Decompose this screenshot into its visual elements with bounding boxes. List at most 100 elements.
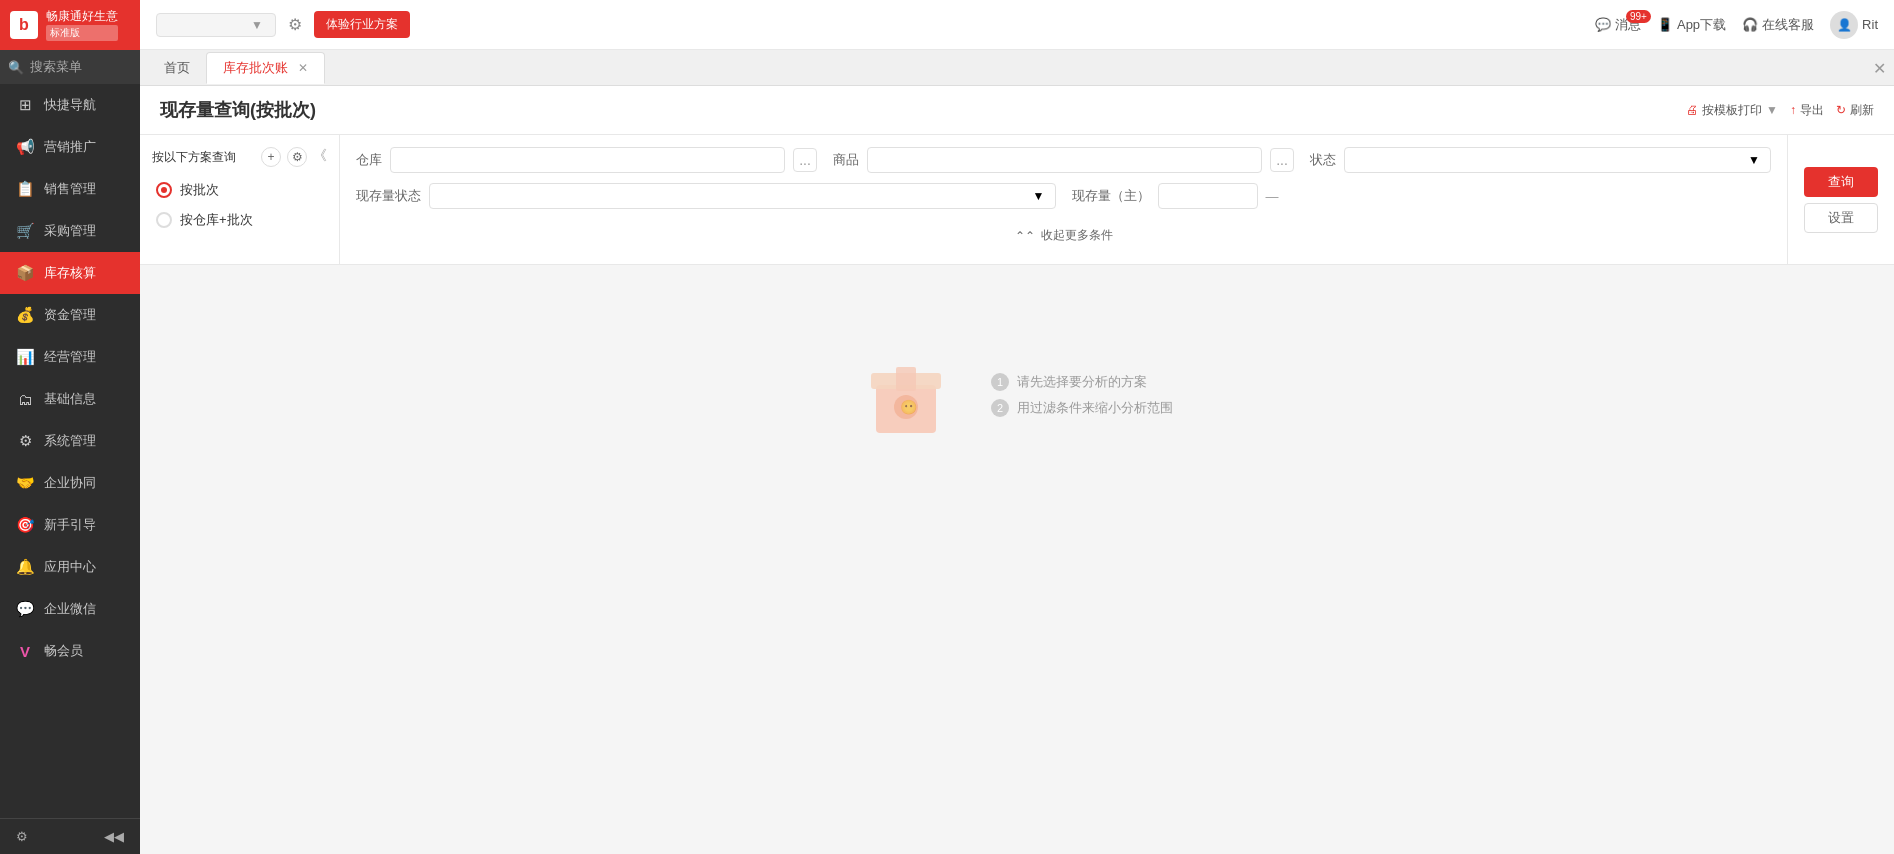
warehouse-more-btn[interactable]: ... — [793, 148, 817, 172]
print-btn[interactable]: 🖨 按模板打印 ▼ — [1686, 102, 1778, 119]
search-icon: 🔍 — [8, 60, 24, 75]
sidebar-footer: ⚙ ◀◀ — [0, 818, 140, 854]
product-label: 商品 — [833, 151, 859, 169]
topbar-right: 💬 消息 99+ 📱 App下载 🎧 在线客服 👤 Rit — [1595, 11, 1878, 39]
query-actions: 查询 设置 — [1787, 135, 1894, 264]
empty-hint-2: 2 用过滤条件来缩小分析范围 — [991, 399, 1173, 417]
mobile-icon: 📱 — [1657, 17, 1673, 32]
sidebar-item-corp-wechat[interactable]: 💬 企业微信 — [0, 588, 140, 630]
refresh-btn[interactable]: ↻ 刷新 — [1836, 102, 1874, 119]
inventory-status-select[interactable]: ▼ — [429, 183, 1056, 209]
empty-hint-1: 1 请先选择要分析的方案 — [991, 373, 1173, 391]
warehouse-input[interactable] — [390, 147, 785, 173]
filter-main: 仓库 ... 商品 ... 状态 — [340, 135, 1787, 264]
scheme-icons: + ⚙ 《 — [261, 147, 327, 167]
user-avatar[interactable]: 👤 Rit — [1830, 11, 1878, 39]
export-icon: ↑ — [1790, 103, 1796, 117]
export-btn[interactable]: ↑ 导出 — [1790, 102, 1824, 119]
sidebar-item-label: 企业协同 — [44, 474, 96, 492]
filter-inventory-qty: 现存量（主） — — [1072, 183, 1772, 209]
empty-box-svg: 😶 — [861, 345, 961, 445]
product-more-btn[interactable]: ... — [1270, 148, 1294, 172]
page-content: 现存量查询(按批次) 🖨 按模板打印 ▼ ↑ 导出 ↻ 刷新 — [140, 86, 1894, 854]
sidebar-item-sales[interactable]: 📋 销售管理 — [0, 168, 140, 210]
settings-button[interactable]: 设置 — [1804, 203, 1878, 233]
sidebar-item-purchase[interactable]: 🛒 采购管理 — [0, 210, 140, 252]
tab-close-icon[interactable]: ✕ — [298, 61, 308, 75]
vip-icon: V — [16, 642, 34, 660]
empty-hint-1-text: 请先选择要分析的方案 — [1017, 373, 1147, 391]
app-download-btn[interactable]: 📱 App下载 — [1657, 16, 1726, 34]
filter-inventory-status: 现存量状态 ▼ — [356, 183, 1056, 209]
filter-area: 按以下方案查询 + ⚙ 《 按批次 按仓库+批次 — [140, 135, 1894, 265]
message-count-badge: 99+ — [1626, 10, 1651, 23]
empty-state: 😶 1 请先选择要分析的方案 2 用过滤条件来缩小分析范围 — [140, 265, 1894, 525]
svg-rect-2 — [896, 367, 916, 391]
empty-illustration: 😶 — [861, 345, 961, 445]
sidebar-item-enterprise[interactable]: 🤝 企业协同 — [0, 462, 140, 504]
inventory-status-label: 现存量状态 — [356, 187, 421, 205]
status-select[interactable]: ▼ — [1344, 147, 1771, 173]
message-icon: 💬 — [1595, 17, 1611, 32]
filter-warehouse: 仓库 ... — [356, 147, 817, 173]
collapse-icon[interactable]: ◀◀ — [104, 829, 124, 844]
collapse-up-icon: ⌃⌃ — [1015, 229, 1035, 243]
inventory-status-dropdown-icon: ▼ — [1033, 189, 1045, 203]
tab-inventory-batch-label: 库存批次账 — [223, 59, 288, 77]
finance-icon: 💰 — [16, 306, 34, 324]
settings-icon[interactable]: ⚙ — [16, 829, 28, 844]
sidebar-item-operation[interactable]: 📊 经营管理 — [0, 336, 140, 378]
filter-scheme-title-text: 按以下方案查询 — [152, 149, 236, 166]
sidebar-item-system[interactable]: ⚙ 系统管理 — [0, 420, 140, 462]
scheme-dot-inactive — [156, 212, 172, 228]
sidebar-item-inventory[interactable]: 📦 库存核算 — [0, 252, 140, 294]
scheme-label-warehouse-batch: 按仓库+批次 — [180, 211, 253, 229]
inventory-qty-label: 现存量（主） — [1072, 187, 1150, 205]
settings-gear-icon[interactable]: ⚙ — [288, 15, 302, 34]
sidebar-item-vip[interactable]: V 畅会员 — [0, 630, 140, 672]
scheme-settings-btn[interactable]: ⚙ — [287, 147, 307, 167]
online-service-label: 在线客服 — [1762, 16, 1814, 34]
tab-inventory-batch[interactable]: 库存批次账 ✕ — [206, 52, 325, 84]
print-dropdown-icon: ▼ — [1766, 103, 1778, 117]
marketing-icon: 📢 — [16, 138, 34, 156]
filter-scheme-panel: 按以下方案查询 + ⚙ 《 按批次 按仓库+批次 — [140, 135, 340, 264]
sales-icon: 📋 — [16, 180, 34, 198]
scheme-item-warehouse-batch[interactable]: 按仓库+批次 — [152, 205, 327, 235]
query-button[interactable]: 查询 — [1804, 167, 1878, 197]
scheme-collapse-icon[interactable]: 《 — [313, 147, 327, 167]
topbar-search[interactable]: ▼ — [156, 13, 276, 37]
filter-row-1: 仓库 ... 商品 ... 状态 — [356, 147, 1771, 173]
experience-btn[interactable]: 体验行业方案 — [314, 11, 410, 38]
scheme-add-btn[interactable]: + — [261, 147, 281, 167]
tab-home-label: 首页 — [164, 59, 190, 77]
user-name: Rit — [1862, 17, 1878, 32]
scheme-item-batch[interactable]: 按批次 — [152, 175, 327, 205]
message-btn[interactable]: 💬 消息 99+ — [1595, 16, 1641, 34]
tab-bar-close-icon[interactable]: ✕ — [1873, 58, 1886, 77]
collapse-bar[interactable]: ⌃⌃ 收起更多条件 — [356, 219, 1771, 252]
sidebar-item-newbie[interactable]: 🎯 新手引导 — [0, 504, 140, 546]
warehouse-label: 仓库 — [356, 151, 382, 169]
sidebar-item-marketing[interactable]: 📢 营销推广 — [0, 126, 140, 168]
refresh-icon: ↻ — [1836, 103, 1846, 117]
product-input[interactable] — [867, 147, 1262, 173]
empty-text-area: 1 请先选择要分析的方案 2 用过滤条件来缩小分析范围 — [991, 373, 1173, 417]
sidebar-item-quick-nav[interactable]: ⊞ 快捷导航 — [0, 84, 140, 126]
dropdown-arrow-icon: ▼ — [251, 18, 263, 32]
app-download-label: App下载 — [1677, 16, 1726, 34]
newbie-icon: 🎯 — [16, 516, 34, 534]
inventory-qty-min[interactable] — [1158, 183, 1258, 209]
sidebar-item-finance[interactable]: 💰 资金管理 — [0, 294, 140, 336]
step-1-circle: 1 — [991, 373, 1009, 391]
corp-wechat-icon: 💬 — [16, 600, 34, 618]
inventory-icon: 📦 — [16, 264, 34, 282]
app-version: 标准版 — [46, 25, 118, 41]
sidebar-item-label: 应用中心 — [44, 558, 96, 576]
sidebar-item-basics[interactable]: 🗂 基础信息 — [0, 378, 140, 420]
online-service-btn[interactable]: 🎧 在线客服 — [1742, 16, 1814, 34]
sidebar-search[interactable]: 🔍 搜索菜单 — [0, 50, 140, 84]
page-actions: 🖨 按模板打印 ▼ ↑ 导出 ↻ 刷新 — [1686, 102, 1874, 119]
tab-home[interactable]: 首页 — [148, 53, 206, 83]
sidebar-item-app-center[interactable]: 🔔 应用中心 — [0, 546, 140, 588]
